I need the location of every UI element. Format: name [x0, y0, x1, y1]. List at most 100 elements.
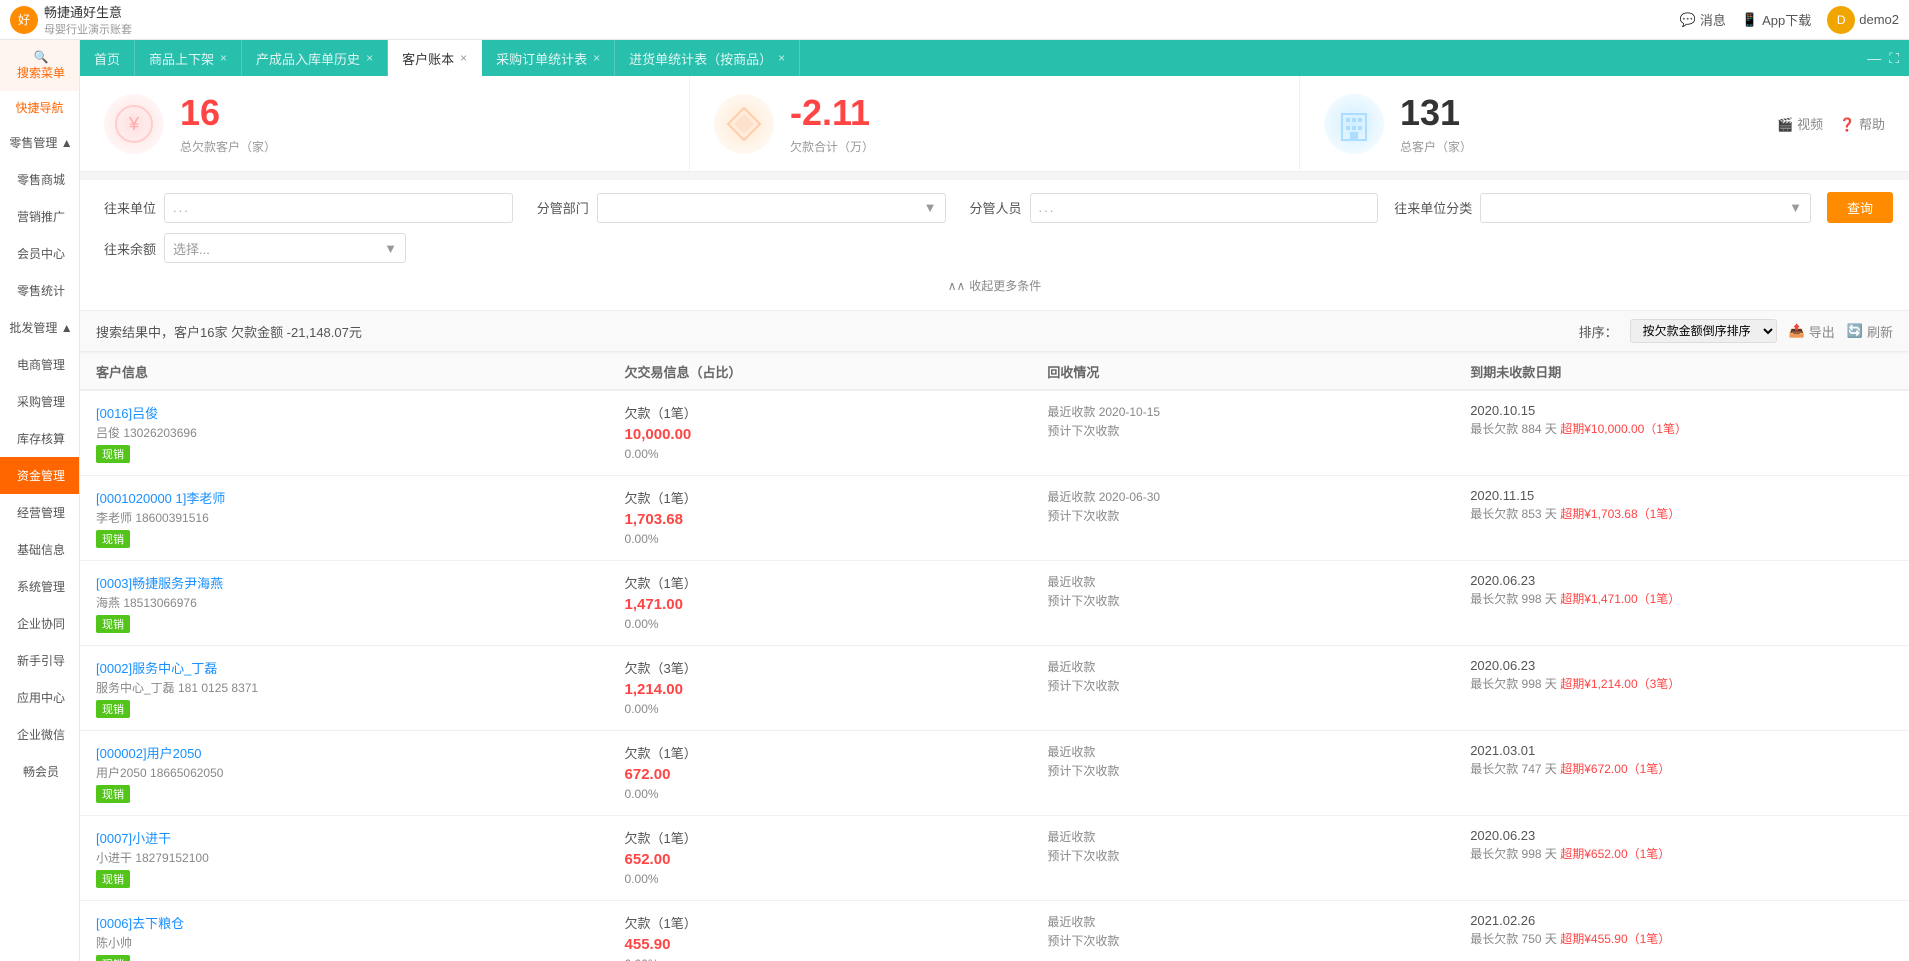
- overdue-link-1[interactable]: 超期¥1,703.68（1笔）: [1560, 507, 1680, 521]
- overdue-link-3[interactable]: 超期¥1,214.00（3笔）: [1560, 677, 1680, 691]
- tab-product-history[interactable]: 产成品入库单历史 ×: [242, 40, 388, 76]
- sidebar-item-label: 电商管理: [17, 358, 65, 372]
- tab-home[interactable]: 首页: [80, 40, 135, 76]
- recovery-date-0: 最近收款 2020-10-15: [1047, 403, 1470, 420]
- sidebar-search[interactable]: 🔍 搜索菜单: [0, 40, 79, 91]
- sidebar-item-operations[interactable]: 经营管理: [0, 494, 79, 531]
- sidebar-item-retail-mgmt[interactable]: 零售管理 ▲: [0, 124, 79, 161]
- export-btn[interactable]: 📤 导出: [1789, 322, 1835, 341]
- refresh-btn[interactable]: 🔄 刷新: [1847, 322, 1893, 341]
- sidebar-item-label: 畅会员: [23, 765, 59, 779]
- filter-balance-select[interactable]: 选择... ▼: [164, 233, 406, 263]
- tab-product-status-close[interactable]: ×: [220, 51, 227, 65]
- filter-category-select[interactable]: ▼: [1480, 193, 1811, 223]
- customer-name-2[interactable]: [0003]畅捷服务尹海燕: [96, 573, 625, 592]
- customer-name-6[interactable]: [0006]去下粮仓: [96, 913, 625, 932]
- sidebar-item-label: 应用中心: [17, 691, 65, 705]
- sidebar-item-vip[interactable]: 畅会员: [0, 753, 79, 790]
- filter-dept-select[interactable]: ▼: [597, 193, 946, 223]
- sidebar-item-newbie[interactable]: 新手引导: [0, 642, 79, 679]
- sidebar-item-marketing[interactable]: 营销推广: [0, 198, 79, 235]
- sidebar-item-member[interactable]: 会员中心: [0, 235, 79, 272]
- customer-name-5[interactable]: [0007]小进干: [96, 828, 625, 847]
- sidebar-item-retail-stats[interactable]: 零售统计: [0, 272, 79, 309]
- sidebar-item-label: 采购管理: [17, 395, 65, 409]
- debt-amount-1[interactable]: 1,703.68: [625, 511, 1048, 528]
- sidebar-item-retail-mall[interactable]: 零售商城: [0, 161, 79, 198]
- result-summary: 搜索结果中，客户16家 欠款金额 -21,148.07元 排序： 按欠款金额倒序…: [80, 310, 1909, 352]
- recovery-date-3: 最近收款: [1047, 658, 1470, 675]
- filter-person-input[interactable]: ...: [1030, 193, 1379, 223]
- customer-name-1[interactable]: [0001020000 1]李老师: [96, 488, 625, 507]
- sidebar-item-capital[interactable]: 资金管理: [0, 457, 79, 494]
- debt-info-1: 欠款（1笔） 1,703.68 0.00%: [625, 488, 1048, 546]
- table-row: [0001020000 1]李老师 李老师 18600391516 现销 欠款（…: [80, 476, 1909, 561]
- debt-amount-6[interactable]: 455.90: [625, 936, 1048, 953]
- user-menu[interactable]: D demo2: [1827, 6, 1899, 34]
- customer-name-4[interactable]: [000002]用户2050: [96, 743, 625, 762]
- search-button[interactable]: 查询: [1827, 192, 1893, 223]
- sort-select[interactable]: 按欠款金额倒序排序: [1630, 319, 1777, 343]
- tab-customer-account-close[interactable]: ×: [460, 51, 467, 65]
- tab-purchase-stats[interactable]: 进货单统计表（按商品） ×: [615, 40, 800, 76]
- avatar: D: [1827, 6, 1855, 34]
- filter-person-label: 分管人员: [962, 198, 1022, 217]
- customer-name-0[interactable]: [0016]吕俊: [96, 403, 625, 422]
- content-area: 首页 商品上下架 × 产成品入库单历史 × 客户账本 × 采购订单统计表 ×: [80, 40, 1909, 961]
- filter-person: 分管人员 ...: [962, 193, 1379, 223]
- debt-amount-3[interactable]: 1,214.00: [625, 681, 1048, 698]
- recovery-next-1: 预计下次收款: [1047, 507, 1470, 524]
- view-video-btn[interactable]: 🎬 视频: [1777, 114, 1823, 133]
- due-date-info-1: 2020.11.15 最长欠款 853 天 超期¥1,703.68（1笔）: [1470, 488, 1893, 522]
- tab-product-history-close[interactable]: ×: [366, 51, 373, 65]
- collapse-button[interactable]: ∧∧ 收起更多条件: [948, 277, 1042, 294]
- chevron-down-icon-3: ▼: [384, 241, 397, 256]
- tab-purchase-order[interactable]: 采购订单统计表 ×: [482, 40, 615, 76]
- debt-amount-4[interactable]: 672.00: [625, 766, 1048, 783]
- sidebar-item-label: 营销推广: [17, 210, 65, 224]
- sidebar-item-label: 零售统计: [17, 284, 65, 298]
- sidebar-item-system[interactable]: 系统管理: [0, 568, 79, 605]
- sidebar-item-batch[interactable]: 批发管理 ▲: [0, 309, 79, 346]
- due-days-4: 最长欠款 747 天 超期¥672.00（1笔）: [1470, 760, 1893, 777]
- tab-product-status[interactable]: 商品上下架 ×: [135, 40, 242, 76]
- message-btn[interactable]: 💬 消息: [1680, 10, 1726, 29]
- header-customer: 客户信息: [96, 362, 625, 381]
- debt-amount-2[interactable]: 1,471.00: [625, 596, 1048, 613]
- tab-purchase-order-close[interactable]: ×: [593, 51, 600, 65]
- tab-purchase-stats-close[interactable]: ×: [778, 51, 785, 65]
- tab-customer-account[interactable]: 客户账本 ×: [388, 40, 482, 76]
- overdue-link-0[interactable]: 超期¥10,000.00（1笔）: [1560, 422, 1687, 436]
- debt-amount-5[interactable]: 652.00: [625, 851, 1048, 868]
- filter-unit-input[interactable]: ...: [164, 193, 513, 223]
- overdue-link-4[interactable]: 超期¥672.00（1笔）: [1560, 762, 1670, 776]
- app-icon: 📱: [1742, 12, 1758, 28]
- sidebar-item-purchase[interactable]: 采购管理: [0, 383, 79, 420]
- sidebar-item-inventory[interactable]: 库存核算: [0, 420, 79, 457]
- overdue-link-2[interactable]: 超期¥1,471.00（1笔）: [1560, 592, 1680, 606]
- sidebar-quick-nav[interactable]: 快捷导航: [0, 91, 79, 124]
- main-layout: 🔍 搜索菜单 快捷导航 零售管理 ▲ 零售商城 营销推广 会员中心 零售统计: [0, 40, 1909, 961]
- due-date-info-2: 2020.06.23 最长欠款 998 天 超期¥1,471.00（1笔）: [1470, 573, 1893, 607]
- sidebar-item-corp-coop[interactable]: 企业协同: [0, 605, 79, 642]
- sidebar-item-basic-info[interactable]: 基础信息: [0, 531, 79, 568]
- sidebar-item-corp-wechat[interactable]: 企业微信: [0, 716, 79, 753]
- due-days-2: 最长欠款 998 天 超期¥1,471.00（1笔）: [1470, 590, 1893, 607]
- tab-expand-btn[interactable]: ⛶: [1889, 50, 1899, 67]
- tab-collapse-btn[interactable]: —: [1867, 50, 1881, 66]
- recovery-info-6: 最近收款 预计下次收款: [1047, 913, 1470, 949]
- app-download-btn[interactable]: 📱 App下载: [1742, 10, 1811, 29]
- sidebar-item-app-center[interactable]: 应用中心: [0, 679, 79, 716]
- sidebar-item-label: 经营管理: [17, 506, 65, 520]
- top-bar: 好 畅捷通好生意 母婴行业演示账套 💬 消息 📱 App下载 D demo2: [0, 0, 1909, 40]
- debt-amount-0[interactable]: 10,000.00: [625, 426, 1048, 443]
- filter-area: 往来单位 ... 分管部门 ▼: [80, 180, 1909, 310]
- customer-name-3[interactable]: [0002]服务中心_丁磊: [96, 658, 625, 677]
- sidebar-item-ecommerce[interactable]: 电商管理: [0, 346, 79, 383]
- overdue-link-6[interactable]: 超期¥455.90（1笔）: [1560, 932, 1670, 946]
- due-date-6: 2021.02.26: [1470, 913, 1893, 928]
- help-btn[interactable]: ❓ 帮助: [1839, 114, 1885, 133]
- overdue-link-5[interactable]: 超期¥652.00（1笔）: [1560, 847, 1670, 861]
- recovery-date-5: 最近收款: [1047, 828, 1470, 845]
- debt-percent-5: 0.00%: [625, 872, 1048, 886]
